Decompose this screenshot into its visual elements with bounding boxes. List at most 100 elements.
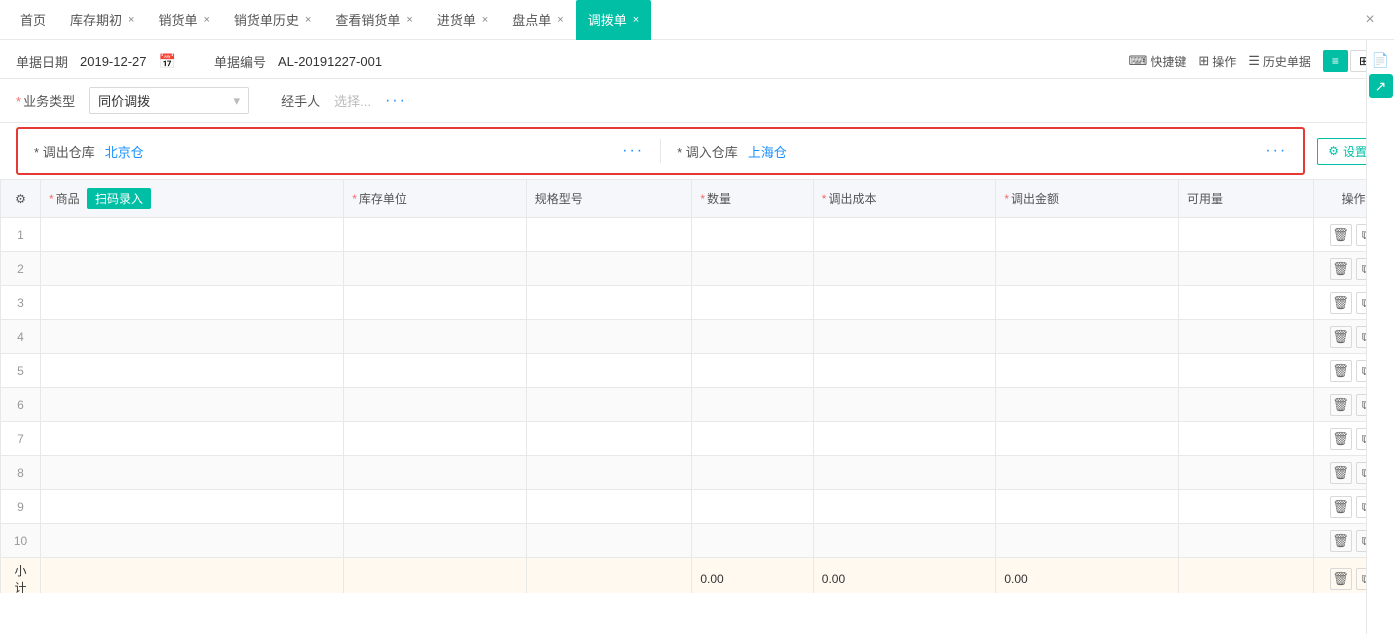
right-panel-doc-icon[interactable]: 📄 <box>1369 48 1393 72</box>
delete-row-button[interactable]: 🗑 <box>1330 568 1352 590</box>
cell-cost[interactable] <box>813 490 996 524</box>
cell-amount[interactable] <box>996 252 1179 286</box>
cell-qty[interactable] <box>692 286 813 320</box>
delete-row-button[interactable]: 🗑 <box>1330 360 1352 382</box>
tab-sales-history[interactable]: 销货单历史 × <box>222 0 323 40</box>
cell-product[interactable] <box>41 252 344 286</box>
cell-product[interactable] <box>41 524 344 558</box>
cell-qty[interactable] <box>692 456 813 490</box>
cell-qty[interactable] <box>692 524 813 558</box>
history-button[interactable]: ☰ 历史单据 <box>1248 53 1311 70</box>
cell-unit <box>344 320 527 354</box>
cell-amount[interactable] <box>996 286 1179 320</box>
window-close-button[interactable]: × <box>1354 4 1386 36</box>
tab-purchase-order[interactable]: 进货单 × <box>425 0 500 40</box>
cell-spec <box>526 286 692 320</box>
cell-cost[interactable] <box>813 320 996 354</box>
cell-qty[interactable] <box>692 218 813 252</box>
tab-transfer[interactable]: 调拨单 × <box>576 0 651 40</box>
cell-amount[interactable] <box>996 354 1179 388</box>
cell-cost[interactable] <box>813 218 996 252</box>
tab-transfer-close[interactable]: × <box>633 14 639 26</box>
tab-sales-history-close[interactable]: × <box>305 14 311 26</box>
cell-amount[interactable] <box>996 320 1179 354</box>
biz-type-select[interactable]: 同价调拨 ▾ <box>89 87 249 114</box>
tab-inventory-close[interactable]: × <box>557 14 563 26</box>
delete-row-button[interactable]: 🗑 <box>1330 326 1352 348</box>
cell-amount[interactable] <box>996 524 1179 558</box>
cell-unit <box>344 456 527 490</box>
cell-qty[interactable] <box>692 388 813 422</box>
cell-amount[interactable] <box>996 490 1179 524</box>
cell-unit <box>344 524 527 558</box>
warehouse-section: * 调出仓库 北京仓 ··· * 调入仓库 上海仓 ··· <box>16 127 1305 175</box>
delete-row-button[interactable]: 🗑 <box>1330 394 1352 416</box>
in-warehouse-value[interactable]: 上海仓 <box>748 142 787 161</box>
tab-home-label: 首页 <box>20 10 46 29</box>
cell-product[interactable] <box>41 490 344 524</box>
cell-amount[interactable] <box>996 422 1179 456</box>
shortcuts-icon: ⌨ <box>1129 53 1148 69</box>
tab-inventory[interactable]: 盘点单 × <box>500 0 575 40</box>
tab-inventory-init[interactable]: 库存期初 × <box>58 0 146 40</box>
out-warehouse-value[interactable]: 北京仓 <box>105 142 144 161</box>
cell-cost[interactable] <box>813 388 996 422</box>
delete-row-button[interactable]: 🗑 <box>1330 462 1352 484</box>
cell-cost[interactable] <box>813 524 996 558</box>
tab-home[interactable]: 首页 <box>8 0 58 40</box>
calendar-icon[interactable]: 📅 <box>159 53 176 70</box>
tab-purchase-order-close[interactable]: × <box>482 14 488 26</box>
cell-qty[interactable] <box>692 422 813 456</box>
layout-btn-1[interactable]: ≡ <box>1323 50 1348 72</box>
cell-product[interactable] <box>41 320 344 354</box>
tab-view-sales[interactable]: 查看销货单 × <box>323 0 424 40</box>
person-input[interactable]: 选择... <box>334 91 371 110</box>
operations-icon: ⊞ <box>1198 53 1209 69</box>
shortcuts-button[interactable]: ⌨ 快捷键 <box>1129 53 1187 70</box>
cell-spec <box>526 558 692 594</box>
cell-product[interactable] <box>41 218 344 252</box>
row-number: 8 <box>1 456 41 490</box>
cell-cost[interactable] <box>813 286 996 320</box>
delete-row-button[interactable]: 🗑 <box>1330 428 1352 450</box>
delete-row-button[interactable]: 🗑 <box>1330 292 1352 314</box>
cell-qty[interactable] <box>692 490 813 524</box>
delete-row-button[interactable]: 🗑 <box>1330 530 1352 552</box>
cell-amount[interactable] <box>996 388 1179 422</box>
tab-sales-order-close[interactable]: × <box>203 14 209 26</box>
cell-qty[interactable] <box>692 354 813 388</box>
row-number: 5 <box>1 354 41 388</box>
row-number: 6 <box>1 388 41 422</box>
cell-qty[interactable] <box>692 320 813 354</box>
delete-row-button[interactable]: 🗑 <box>1330 496 1352 518</box>
cell-product[interactable] <box>41 422 344 456</box>
cell-qty[interactable] <box>692 252 813 286</box>
out-warehouse-more-icon[interactable]: ··· <box>622 142 644 160</box>
tab-view-sales-close[interactable]: × <box>406 14 412 26</box>
cell-product[interactable] <box>41 354 344 388</box>
col-gear[interactable]: ⚙ <box>1 180 41 218</box>
cell-cost[interactable] <box>813 252 996 286</box>
operations-button[interactable]: ⊞ 操作 <box>1198 53 1236 70</box>
cell-amount[interactable] <box>996 456 1179 490</box>
cell-amount[interactable] <box>996 218 1179 252</box>
scan-btn[interactable]: 扫码录入 <box>87 188 151 209</box>
cell-cost[interactable] <box>813 456 996 490</box>
cell-product[interactable] <box>41 286 344 320</box>
cell-cost[interactable] <box>813 422 996 456</box>
cell-unit <box>344 422 527 456</box>
cell-product[interactable] <box>41 456 344 490</box>
table-row: 2🗑⧉ <box>1 252 1394 286</box>
tab-inventory-init-close[interactable]: × <box>128 14 134 26</box>
right-panel-external-icon[interactable]: ↗ <box>1369 74 1393 98</box>
settings-gear-icon: ⚙ <box>1328 144 1339 158</box>
cell-product <box>41 558 344 594</box>
cell-cost[interactable] <box>813 354 996 388</box>
in-warehouse-more-icon[interactable]: ··· <box>1265 142 1287 160</box>
person-more-icon[interactable]: ··· <box>385 92 407 110</box>
cell-product[interactable] <box>41 388 344 422</box>
delete-row-button[interactable]: 🗑 <box>1330 224 1352 246</box>
tab-bar: 首页 库存期初 × 销货单 × 销货单历史 × 查看销货单 × 进货单 × 盘点… <box>0 0 1394 40</box>
delete-row-button[interactable]: 🗑 <box>1330 258 1352 280</box>
tab-sales-order[interactable]: 销货单 × <box>146 0 221 40</box>
